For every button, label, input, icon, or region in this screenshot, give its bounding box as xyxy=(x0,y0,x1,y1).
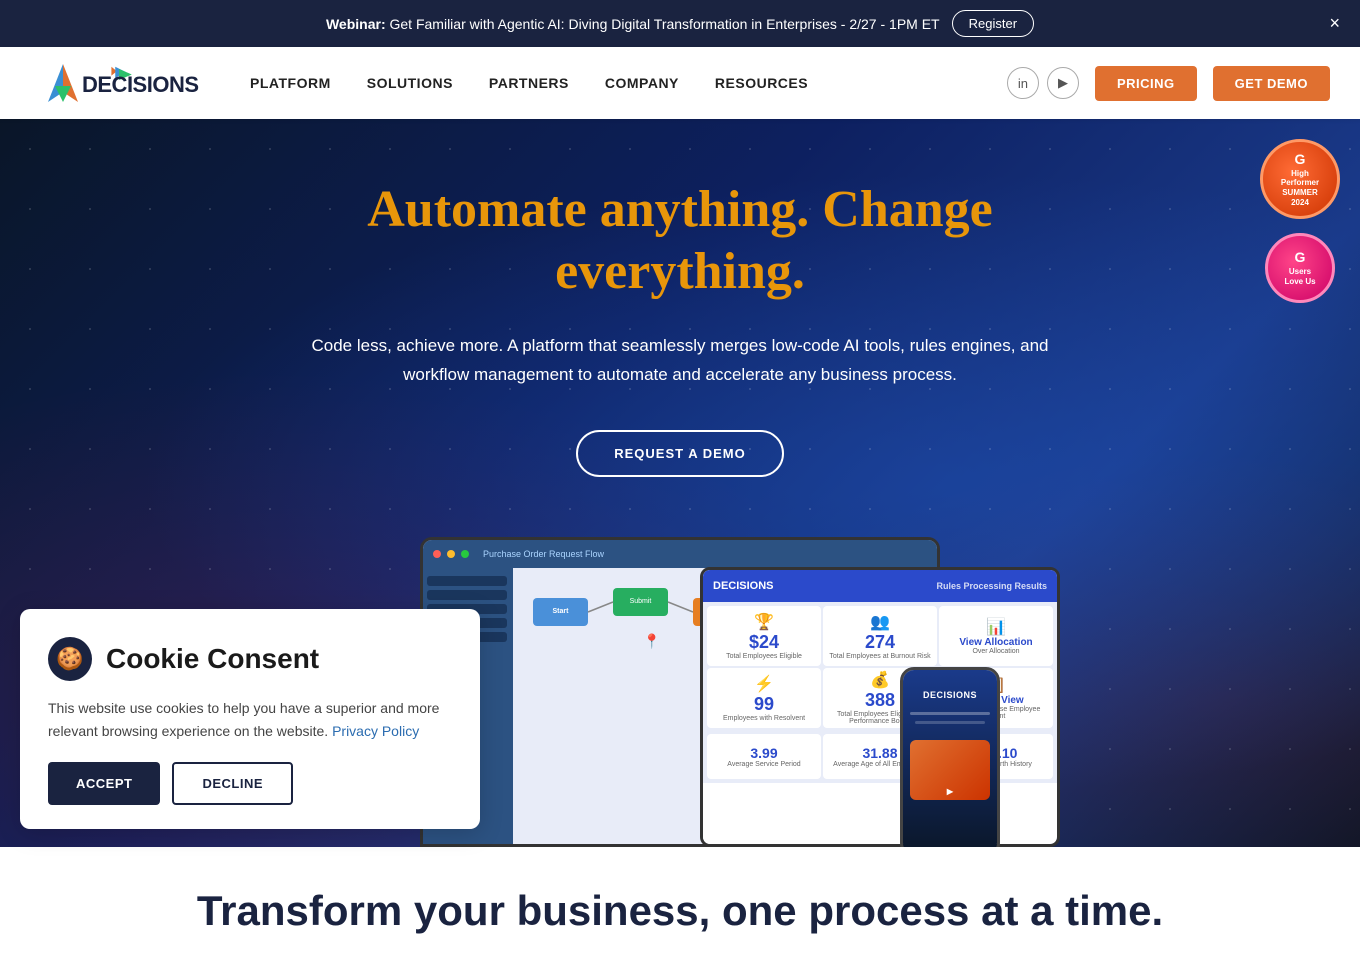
tablet-bottom-cell-1: 3.99 Average Service Period xyxy=(707,734,821,779)
social-icons: in ▶ xyxy=(1007,67,1079,99)
privacy-policy-link[interactable]: Privacy Policy xyxy=(332,723,419,739)
cell-value-1: $24 xyxy=(749,632,779,653)
bottom-cell-value-2: 31.88 xyxy=(862,745,897,761)
hero-content: Automate anything. Change everything. Co… xyxy=(250,179,1110,477)
announcement-text: Webinar: Get Familiar with Agentic AI: D… xyxy=(326,16,940,32)
tablet-title: DECISIONS xyxy=(713,580,774,592)
cookie-header: 🍪 Cookie Consent xyxy=(48,637,452,681)
main-nav: PLATFORM SOLUTIONS PARTNERS COMPANY RESO… xyxy=(250,75,1007,91)
phone-logo: DECISIONS xyxy=(923,690,977,700)
tablet-subtitle: Rules Processing Results xyxy=(936,581,1047,591)
accept-cookie-button[interactable]: ACCEPT xyxy=(48,762,160,805)
tablet-cell-3: 📊 View Allocation Over Allocation xyxy=(939,606,1053,666)
logo[interactable]: DECISIONS xyxy=(30,58,210,108)
header: DECISIONS PLATFORM SOLUTIONS PARTNERS CO… xyxy=(0,47,1360,119)
phone-screen: DECISIONS ▶ xyxy=(903,670,997,847)
phone-bar-1 xyxy=(910,712,990,715)
bottom-cell-value-1: 3.99 xyxy=(750,745,777,761)
announcement-body: Get Familiar with Agentic AI: Diving Dig… xyxy=(390,16,940,32)
badges-area: G High Performer SUMMER 2024 G Users Lov… xyxy=(1260,139,1340,303)
hero-title: Automate anything. Change everything. xyxy=(270,179,1090,304)
pricing-button[interactable]: PRICING xyxy=(1095,66,1197,101)
bottom-cell-label-1: Average Service Period xyxy=(727,761,800,768)
linkedin-icon[interactable]: in xyxy=(1007,67,1039,99)
sidebar-item-2 xyxy=(427,590,507,600)
request-demo-button[interactable]: REQUEST A DEMO xyxy=(576,430,784,477)
cell-value-5: 388 xyxy=(865,690,895,711)
close-announcement-button[interactable]: × xyxy=(1329,13,1340,34)
badge-g-label: G xyxy=(1295,151,1306,167)
cell-label-2: Total Employees at Burnout Risk xyxy=(829,653,930,660)
bottom-section: Transform your business, one process at … xyxy=(0,847,1360,955)
phone-mockup: DECISIONS ▶ xyxy=(900,667,1000,847)
header-right: in ▶ PRICING GET DEMO xyxy=(1007,66,1330,101)
nav-resources[interactable]: RESOURCES xyxy=(715,75,808,91)
tablet-cell-1: 🏆 $24 Total Employees Eligible xyxy=(707,606,821,666)
cell-label-3: Over Allocation xyxy=(972,648,1019,655)
phone-graphic-text: ▶ xyxy=(947,787,953,796)
nav-company[interactable]: COMPANY xyxy=(605,75,679,91)
cookie-icon: 🍪 xyxy=(48,637,92,681)
screen-title: Purchase Order Request Flow xyxy=(483,549,604,559)
phone-graphic: ▶ xyxy=(910,740,990,800)
svg-text:DECISIONS: DECISIONS xyxy=(82,72,199,97)
dot-green xyxy=(461,550,469,558)
cookie-consent-banner: 🍪 Cookie Consent This website use cookie… xyxy=(20,609,480,829)
nav-solutions[interactable]: SOLUTIONS xyxy=(367,75,453,91)
cookie-title: Cookie Consent xyxy=(106,643,319,675)
get-demo-button[interactable]: GET DEMO xyxy=(1213,66,1330,101)
cookie-buttons: ACCEPT DECLINE xyxy=(48,762,452,805)
cell-label-1: Total Employees Eligible xyxy=(726,653,802,660)
users-love-g-label: G xyxy=(1295,249,1306,265)
nav-platform[interactable]: PLATFORM xyxy=(250,75,331,91)
cell-value-2: 274 xyxy=(865,632,895,653)
tablet-cell-2: 👥 274 Total Employees at Burnout Risk xyxy=(823,606,937,666)
dot-red xyxy=(433,550,441,558)
dot-yellow xyxy=(447,550,455,558)
high-performer-badge: G High Performer SUMMER 2024 xyxy=(1260,139,1340,219)
cookie-body: This website use cookies to help you hav… xyxy=(48,697,452,742)
logo-svg: DECISIONS xyxy=(30,58,210,108)
hero-subtitle: Code less, achieve more. A platform that… xyxy=(310,332,1050,390)
announcement-bar: Webinar: Get Familiar with Agentic AI: D… xyxy=(0,0,1360,47)
screen-header: Purchase Order Request Flow xyxy=(423,540,937,568)
announcement-bold: Webinar: xyxy=(326,16,386,32)
bottom-text-content: Transform your business, one process at … xyxy=(197,887,1163,934)
cell-value-4: 99 xyxy=(754,694,774,715)
users-love-badge: G Users Love Us xyxy=(1265,233,1335,303)
tablet-grid: 🏆 $24 Total Employees Eligible 👥 274 Tot… xyxy=(703,602,1057,732)
cell-value-3: View Allocation xyxy=(959,637,1032,648)
cell-label-4: Employees with Resolvent xyxy=(723,715,805,722)
register-button[interactable]: Register xyxy=(952,10,1034,37)
tablet-bottom-grid: 3.99 Average Service Period 31.88 Averag… xyxy=(703,732,1057,783)
tablet-header: DECISIONS Rules Processing Results xyxy=(703,570,1057,602)
phone-bar-2 xyxy=(915,721,985,724)
nav-partners[interactable]: PARTNERS xyxy=(489,75,569,91)
youtube-icon[interactable]: ▶ xyxy=(1047,67,1079,99)
tablet-screen: DECISIONS Rules Processing Results 🏆 $24… xyxy=(703,570,1057,844)
decline-cookie-button[interactable]: DECLINE xyxy=(172,762,293,805)
tablet-mockup: DECISIONS Rules Processing Results 🏆 $24… xyxy=(700,567,1060,847)
tablet-cell-4: ⚡ 99 Employees with Resolvent xyxy=(707,668,821,728)
map-pin-1: 📍 xyxy=(643,633,660,650)
sidebar-item-1 xyxy=(427,576,507,586)
